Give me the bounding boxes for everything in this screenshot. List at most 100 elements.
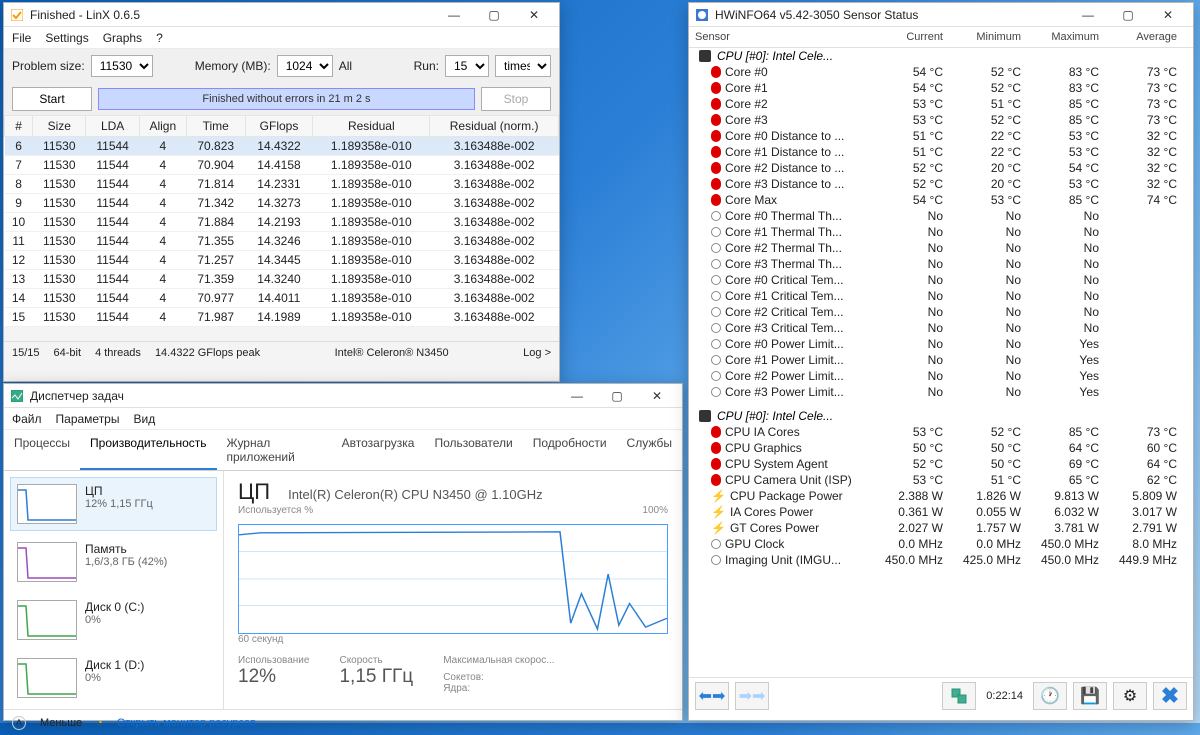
sensor-row[interactable]: Core #2 Distance to ...52 °C20 °C54 °C32… [689,160,1193,176]
sensor-row[interactable]: ⚡IA Cores Power0.361 W0.055 W6.032 W3.01… [689,504,1193,520]
minimize-button[interactable]: — [1069,5,1107,25]
table-row[interactable]: 131153011544471.35914.32401.189358e-0103… [5,270,559,289]
maximize-button[interactable]: ▢ [475,5,513,25]
sensor-row[interactable]: Core #2 Thermal Th...NoNoNo [689,240,1193,256]
tab-6[interactable]: Службы [617,430,682,470]
table-row[interactable]: 91153011544471.34214.32731.189358e-0103.… [5,194,559,213]
sensor-row[interactable]: Core #3 Power Limit...NoNoYes [689,384,1193,400]
table-row[interactable]: 61153011544470.82314.43221.189358e-0103.… [5,137,559,156]
close-button[interactable]: ✕ [515,5,553,25]
sensor-row[interactable]: Core #3 Thermal Th...NoNoNo [689,256,1193,272]
sensor-row[interactable]: Core #2 Power Limit...NoNoYes [689,368,1193,384]
col-minimum[interactable]: Minimum [953,31,1031,43]
col-header[interactable]: GFlops [245,116,313,137]
minimize-button[interactable]: — [558,386,596,406]
sensor-row[interactable]: Core #0 Thermal Th...NoNoNo [689,208,1193,224]
tab-1[interactable]: Производительность [80,430,216,470]
menu-file[interactable]: Файл [12,412,42,426]
col-maximum[interactable]: Maximum [1031,31,1109,43]
table-row[interactable]: 111153011544471.35514.32461.189358e-0103… [5,232,559,251]
col-header[interactable]: Residual (norm.) [430,116,559,137]
sidebar-item-0[interactable]: ЦП12% 1,15 ГГц [10,477,217,531]
sensor-row[interactable]: CPU Graphics50 °C50 °C64 °C60 °C [689,440,1193,456]
nav-fwd-button[interactable]: ➡➡ [735,682,769,710]
status-cell[interactable]: Log > [523,347,551,359]
sensor-row[interactable]: Core #2 Critical Tem...NoNoNo [689,304,1193,320]
sidebar-item-2[interactable]: Диск 0 (C:)0% [10,593,217,647]
tab-0[interactable]: Процессы [4,430,80,470]
table-row[interactable]: 141153011544470.97714.40111.189358e-0103… [5,289,559,308]
col-header[interactable]: # [5,116,33,137]
menu-settings[interactable]: Settings [45,31,88,45]
tab-4[interactable]: Пользователи [424,430,522,470]
close-button[interactable]: ✕ [638,386,676,406]
sensor-row[interactable]: Core #3 Distance to ...52 °C20 °C53 °C32… [689,176,1193,192]
refresh-button[interactable] [942,682,976,710]
sensor-row[interactable]: Core #154 °C52 °C83 °C73 °C [689,80,1193,96]
sensor-row[interactable]: Core #3 Critical Tem...NoNoNo [689,320,1193,336]
col-average[interactable]: Average [1109,31,1187,43]
sensor-row[interactable]: Core #0 Critical Tem...NoNoNo [689,272,1193,288]
sensor-row[interactable]: Core #353 °C52 °C85 °C73 °C [689,112,1193,128]
menu-file[interactable]: File [12,31,31,45]
menu-options[interactable]: Параметры [56,412,120,426]
sensor-row[interactable]: CPU IA Cores53 °C52 °C85 °C73 °C [689,424,1193,440]
sensor-row[interactable]: Core #1 Thermal Th...NoNoNo [689,224,1193,240]
hw-sensor-list[interactable]: CPU [#0]: Intel Cele...Core #054 °C52 °C… [689,48,1193,678]
col-current[interactable]: Current [875,31,953,43]
sensor-row[interactable]: CPU Camera Unit (ISP)53 °C51 °C65 °C62 °… [689,472,1193,488]
col-header[interactable]: Time [186,116,245,137]
sensor-row[interactable]: ⚡GT Cores Power2.027 W1.757 W3.781 W2.79… [689,520,1193,536]
col-header[interactable]: LDA [86,116,139,137]
close-button[interactable]: ✕ [1149,5,1187,25]
col-sensor[interactable]: Sensor [695,31,875,43]
table-row[interactable]: 101153011544471.88414.21931.189358e-0103… [5,213,559,232]
menu-graphs[interactable]: Graphs [103,31,142,45]
nav-back-button[interactable]: ⬅➡ [695,682,729,710]
sensor-row[interactable]: GPU Clock0.0 MHz0.0 MHz450.0 MHz8.0 MHz [689,536,1193,552]
sensor-row[interactable]: ⚡CPU Package Power2.388 W1.826 W9.813 W5… [689,488,1193,504]
minimize-button[interactable]: — [435,5,473,25]
tab-2[interactable]: Журнал приложений [217,430,332,470]
problem-size-select[interactable]: 11530 [91,55,153,77]
sensor-row[interactable]: Core #1 Critical Tem...NoNoNo [689,288,1193,304]
table-row[interactable]: 121153011544471.25714.34451.189358e-0103… [5,251,559,270]
sensor-row[interactable]: CPU System Agent52 °C50 °C69 °C64 °C [689,456,1193,472]
sensor-row[interactable]: Core #054 °C52 °C83 °C73 °C [689,64,1193,80]
maximize-button[interactable]: ▢ [598,386,636,406]
close-toolbar-button[interactable]: ✖ [1153,682,1187,710]
sensor-row[interactable]: Imaging Unit (IMGU...450.0 MHz425.0 MHz4… [689,552,1193,568]
tab-3[interactable]: Автозагрузка [332,430,425,470]
tm-titlebar[interactable]: Диспетчер задач — ▢ ✕ [4,384,682,408]
menu-view[interactable]: Вид [133,412,155,426]
table-row[interactable]: 71153011544470.90414.41581.189358e-0103.… [5,156,559,175]
linx-titlebar[interactable]: Finished - LinX 0.6.5 — ▢ ✕ [4,3,559,27]
sensor-row[interactable]: Core #0 Power Limit...NoNoYes [689,336,1193,352]
sensor-group[interactable]: CPU [#0]: Intel Cele... [689,48,1193,64]
col-header[interactable]: Size [33,116,86,137]
all-label[interactable]: All [339,59,352,73]
col-header[interactable]: Residual [313,116,430,137]
sensor-row[interactable]: Core #0 Distance to ...51 °C22 °C53 °C32… [689,128,1193,144]
menu-help[interactable]: ? [156,31,163,45]
tab-5[interactable]: Подробности [523,430,617,470]
sensor-row[interactable]: Core Max54 °C53 °C85 °C74 °C [689,192,1193,208]
sensor-row[interactable]: Core #253 °C51 °C85 °C73 °C [689,96,1193,112]
settings-button[interactable]: ⚙ [1113,682,1147,710]
hw-titlebar[interactable]: HWiNFO64 v5.42-3050 Sensor Status — ▢ ✕ [689,3,1193,27]
clock-icon[interactable]: 🕐 [1033,682,1067,710]
memory-select[interactable]: 1024 [277,55,333,77]
col-header[interactable]: Align [139,116,186,137]
maximize-button[interactable]: ▢ [1109,5,1147,25]
sensor-row[interactable]: Core #1 Distance to ...51 °C22 °C53 °C32… [689,144,1193,160]
table-row[interactable]: 81153011544471.81414.23311.189358e-0103.… [5,175,559,194]
run-select[interactable]: 15 [445,55,489,77]
start-button[interactable]: Start [12,87,92,111]
sidebar-item-3[interactable]: Диск 1 (D:)0% [10,651,217,705]
sidebar-item-1[interactable]: Память1,6/3,8 ГБ (42%) [10,535,217,589]
sensor-row[interactable]: Core #1 Power Limit...NoNoYes [689,352,1193,368]
times-select[interactable]: times [495,55,551,77]
sensor-group[interactable]: CPU [#0]: Intel Cele... [689,408,1193,424]
table-row[interactable]: 151153011544471.98714.19891.189358e-0103… [5,308,559,327]
save-button[interactable]: 💾 [1073,682,1107,710]
